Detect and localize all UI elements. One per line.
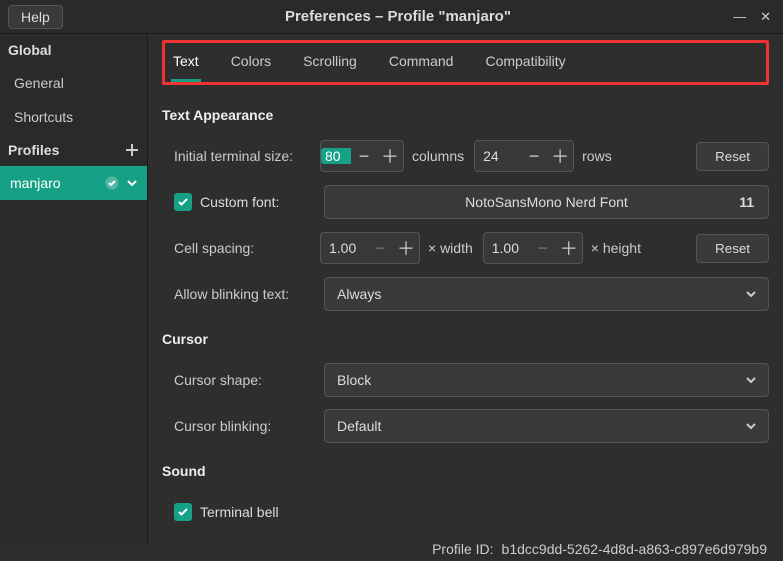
cell-height-stepper[interactable]: − ＋ <box>483 232 583 264</box>
cursor-blinking-label: Cursor blinking: <box>162 418 320 434</box>
custom-font-label: Custom font: <box>200 194 279 210</box>
add-profile-icon[interactable] <box>125 143 139 157</box>
columns-input[interactable] <box>321 148 351 164</box>
dec-icon[interactable]: − <box>521 141 547 171</box>
dec-icon[interactable]: − <box>367 233 393 263</box>
columns-stepper[interactable]: − ＋ <box>320 140 404 172</box>
cell-width-stepper[interactable]: − ＋ <box>320 232 420 264</box>
cursor-shape-select[interactable]: Block <box>324 363 769 397</box>
terminal-bell-checkbox[interactable] <box>174 503 192 521</box>
tab-compatibility[interactable]: Compatibility <box>483 46 567 82</box>
tab-scrolling[interactable]: Scrolling <box>301 46 359 82</box>
tab-text[interactable]: Text <box>171 46 201 82</box>
cell-height-input[interactable] <box>484 240 530 256</box>
font-chooser-button[interactable]: NotoSansMono Nerd Font 11 <box>324 185 769 219</box>
chevron-down-icon <box>746 286 756 302</box>
inc-icon[interactable]: ＋ <box>377 141 403 171</box>
section-cursor: Cursor <box>162 331 769 347</box>
cell-spacing-label: Cell spacing: <box>162 240 320 256</box>
content-panel: Text Colors Scrolling Command Compatibil… <box>148 34 783 544</box>
inc-icon[interactable]: ＋ <box>393 233 419 263</box>
font-name-label: NotoSansMono Nerd Font <box>465 194 628 210</box>
custom-font-checkbox[interactable] <box>174 193 192 211</box>
footer: Profile ID: b1dcc9dd-5262-4d8d-a863-c897… <box>162 535 769 561</box>
inc-icon[interactable]: ＋ <box>556 233 582 263</box>
rows-input[interactable] <box>475 148 521 164</box>
tab-colors[interactable]: Colors <box>229 46 273 82</box>
section-text-appearance: Text Appearance <box>162 107 769 123</box>
sidebar-global-header: Global <box>0 34 147 66</box>
cursor-shape-value: Block <box>337 372 371 388</box>
sidebar-profile-label: manjaro <box>10 175 61 191</box>
font-size-label: 11 <box>739 194 754 210</box>
columns-unit: columns <box>412 148 464 164</box>
profile-menu-icon[interactable] <box>127 178 137 188</box>
sidebar-profile-manjaro[interactable]: manjaro <box>0 166 147 200</box>
cursor-shape-label: Cursor shape: <box>162 372 320 388</box>
chevron-down-icon <box>746 418 756 434</box>
terminal-bell-label: Terminal bell <box>200 504 279 520</box>
initial-size-label: Initial terminal size: <box>162 148 320 164</box>
titlebar: Help Preferences – Profile "manjaro" — ✕ <box>0 0 783 34</box>
inc-icon[interactable]: ＋ <box>547 141 573 171</box>
minimize-icon[interactable]: — <box>733 9 746 25</box>
rows-unit: rows <box>582 148 612 164</box>
tabs-highlight: Text Colors Scrolling Command Compatibil… <box>162 40 769 85</box>
cursor-blinking-select[interactable]: Default <box>324 409 769 443</box>
dec-icon[interactable]: − <box>530 233 556 263</box>
tabs: Text Colors Scrolling Command Compatibil… <box>171 43 760 82</box>
cell-width-unit: × width <box>428 240 473 256</box>
allow-blinking-value: Always <box>337 286 381 302</box>
cell-width-input[interactable] <box>321 240 367 256</box>
sidebar-profiles-header: Profiles <box>0 134 147 166</box>
sidebar-item-shortcuts[interactable]: Shortcuts <box>0 100 147 134</box>
allow-blinking-select[interactable]: Always <box>324 277 769 311</box>
sidebar: Global General Shortcuts Profiles manjar… <box>0 34 148 544</box>
check-icon <box>105 176 119 190</box>
reset-size-button[interactable]: Reset <box>696 142 769 171</box>
chevron-down-icon <box>746 372 756 388</box>
reset-spacing-button[interactable]: Reset <box>696 234 769 263</box>
window-title: Preferences – Profile "manjaro" <box>63 8 733 25</box>
allow-blinking-label: Allow blinking text: <box>162 286 320 302</box>
cursor-blinking-value: Default <box>337 418 381 434</box>
sidebar-item-general[interactable]: General <box>0 66 147 100</box>
profile-id-value: b1dcc9dd-5262-4d8d-a863-c897e6d979b9 <box>502 541 767 557</box>
rows-stepper[interactable]: − ＋ <box>474 140 574 172</box>
dec-icon[interactable]: − <box>351 141 377 171</box>
tab-command[interactable]: Command <box>387 46 456 82</box>
main-area: Global General Shortcuts Profiles manjar… <box>0 34 783 544</box>
section-sound: Sound <box>162 463 769 479</box>
help-button[interactable]: Help <box>8 5 63 29</box>
cell-height-unit: × height <box>591 240 641 256</box>
profile-id-label: Profile ID: <box>432 541 493 557</box>
close-icon[interactable]: ✕ <box>760 9 771 25</box>
